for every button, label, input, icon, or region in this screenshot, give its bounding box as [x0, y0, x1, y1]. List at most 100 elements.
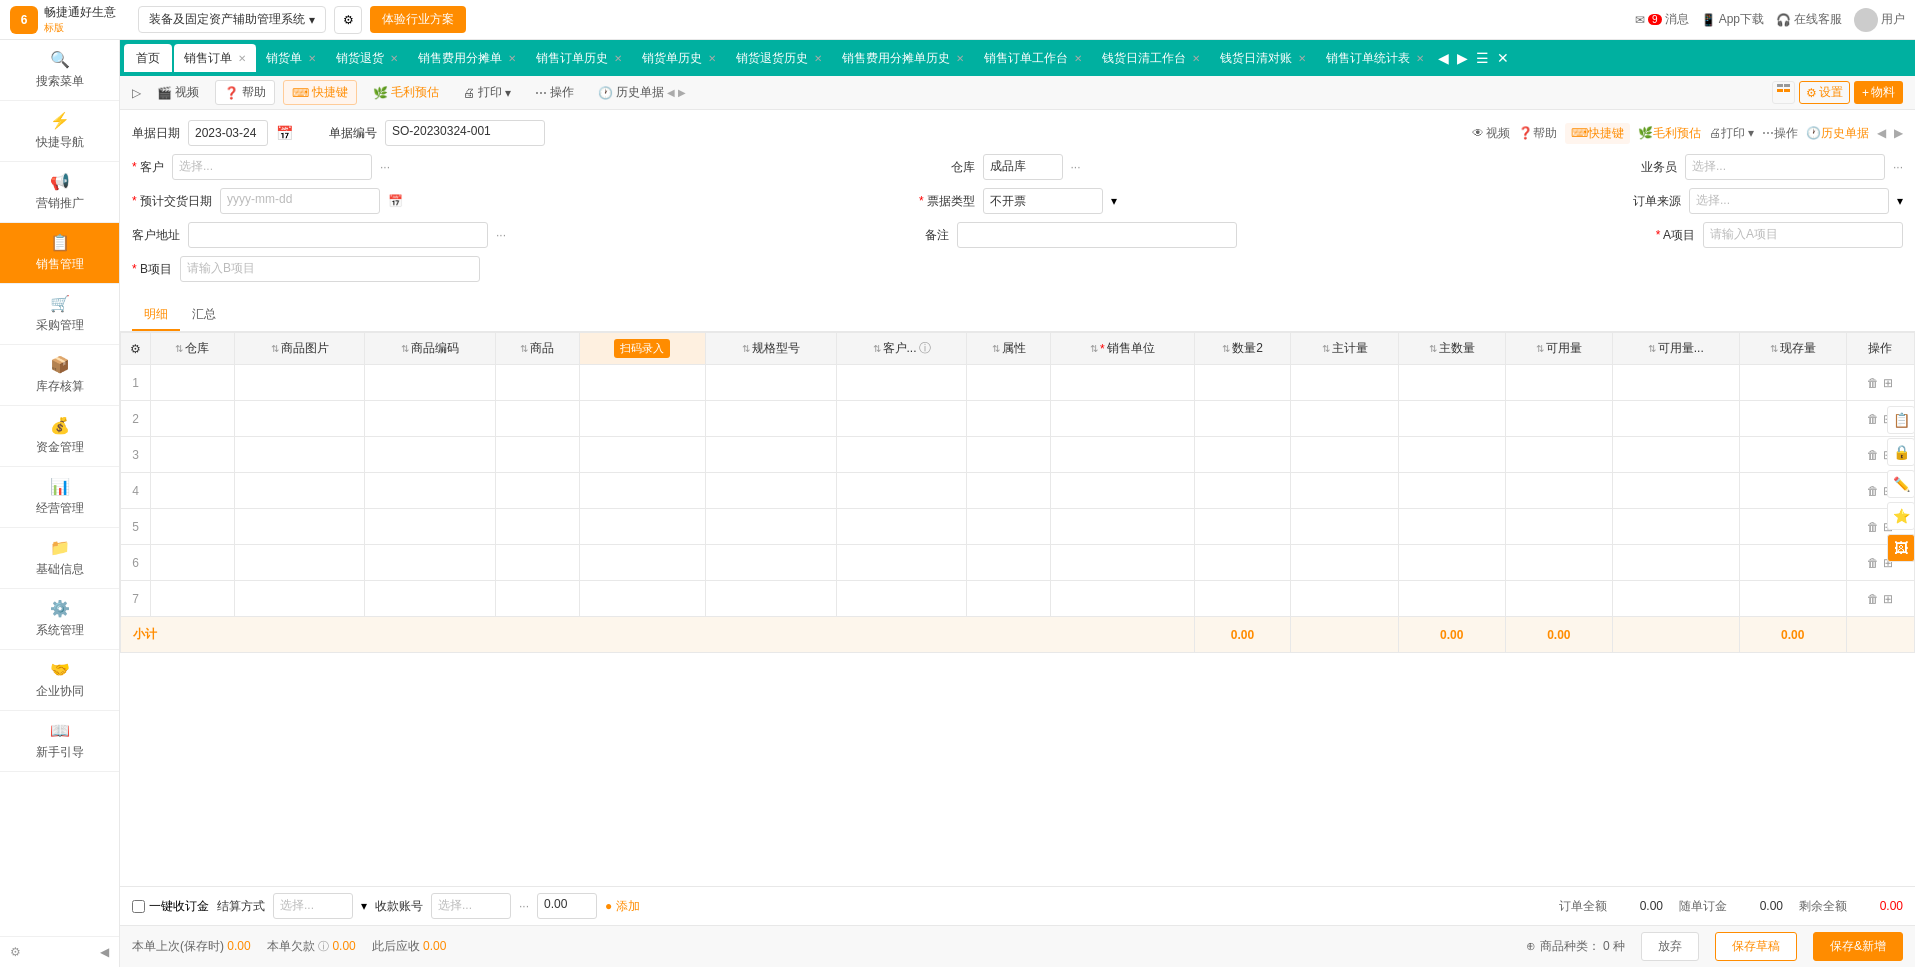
cell-main-qty[interactable]	[1398, 401, 1505, 437]
cell-customer-code[interactable]	[836, 401, 967, 437]
cell-main-qty[interactable]	[1398, 365, 1505, 401]
cell-product-image[interactable]	[234, 581, 365, 617]
cell-attributes[interactable]	[967, 581, 1051, 617]
cell-product-code[interactable]	[365, 545, 496, 581]
cell-available[interactable]	[1505, 473, 1612, 509]
cell-product-image[interactable]	[234, 365, 365, 401]
history-btn[interactable]: 🕐历史单据	[1806, 125, 1869, 142]
cell-warehouse[interactable]	[151, 401, 235, 437]
cell-product-code[interactable]	[365, 581, 496, 617]
cell-spec[interactable]	[706, 365, 837, 401]
cell-product[interactable]	[495, 365, 579, 401]
cell-sales-unit[interactable]	[1051, 509, 1195, 545]
tab-close-icon[interactable]: ✕	[1416, 53, 1424, 64]
toolbar-add-item-btn[interactable]: + 物料	[1854, 81, 1903, 104]
cell-available[interactable]	[1505, 509, 1612, 545]
cell-product[interactable]	[495, 581, 579, 617]
tab-close-icon[interactable]: ✕	[1298, 53, 1306, 64]
shortcuts-btn[interactable]: ⌨快捷键	[1565, 123, 1630, 144]
help-btn[interactable]: ❓帮助	[1518, 125, 1557, 142]
tab-next-btn[interactable]: ▶	[1453, 50, 1472, 66]
cell-product[interactable]	[495, 509, 579, 545]
sidebar-item-inventory[interactable]: 📦 库存核算	[0, 345, 119, 406]
cell-customer-code[interactable]	[836, 545, 967, 581]
payment-method-field[interactable]: 选择...	[273, 893, 353, 919]
scan-btn[interactable]: 扫码录入	[614, 339, 670, 358]
cell-product[interactable]	[495, 545, 579, 581]
debt-info-icon[interactable]: ⓘ	[318, 940, 329, 952]
cell-sales-unit[interactable]	[1051, 437, 1195, 473]
float-icon-5[interactable]: 🖼	[1887, 534, 1915, 562]
detail-tab-summary[interactable]: 汇总	[180, 300, 228, 331]
cell-sales-unit[interactable]	[1051, 365, 1195, 401]
cell-available2[interactable]	[1612, 545, 1739, 581]
user-btn[interactable]: 用户	[1854, 8, 1905, 32]
cell-attributes[interactable]	[967, 437, 1051, 473]
invoice-dropdown-icon[interactable]: ▾	[1111, 194, 1117, 208]
float-icon-3[interactable]: ✏️	[1887, 470, 1915, 498]
add-btn[interactable]: ● 添加	[605, 898, 640, 915]
tab-close-icon[interactable]: ✕	[238, 53, 246, 64]
save-new-btn[interactable]: 保存&新增	[1813, 932, 1903, 961]
toolbar-help[interactable]: ❓ 帮助	[215, 80, 275, 105]
warehouse-field[interactable]: 成品库	[983, 154, 1063, 180]
detail-tab-detail[interactable]: 明细	[132, 300, 180, 331]
cell-main-unit[interactable]	[1291, 401, 1398, 437]
sidebar-item-system[interactable]: ⚙️ 系统管理	[0, 589, 119, 650]
cell-available2[interactable]	[1612, 473, 1739, 509]
cell-spec[interactable]	[706, 437, 837, 473]
cell-product-code[interactable]	[365, 437, 496, 473]
cell-customer-code[interactable]	[836, 509, 967, 545]
cell-spec[interactable]	[706, 473, 837, 509]
cell-product[interactable]	[495, 401, 579, 437]
sidebar-item-quick-nav[interactable]: ⚡ 快捷导航	[0, 101, 119, 162]
cell-spec[interactable]	[706, 509, 837, 545]
tab-sales-order-history[interactable]: 销售订单历史 ✕	[526, 44, 632, 72]
cell-warehouse[interactable]	[151, 509, 235, 545]
sidebar-item-marketing[interactable]: 📢 营销推广	[0, 162, 119, 223]
sidebar-item-search[interactable]: 🔍 搜索菜单	[0, 40, 119, 101]
cell-current-stock[interactable]	[1739, 545, 1846, 581]
order-source-dropdown-icon[interactable]: ▾	[1897, 194, 1903, 208]
amount-input[interactable]: 0.00	[537, 893, 597, 919]
cell-available[interactable]	[1505, 365, 1612, 401]
cell-sales-unit[interactable]	[1051, 401, 1195, 437]
cell-qty2[interactable]	[1194, 473, 1291, 509]
cell-main-qty[interactable]	[1398, 581, 1505, 617]
tab-home[interactable]: 首页	[124, 44, 172, 72]
one-click-input[interactable]	[132, 900, 145, 913]
tab-cash-account[interactable]: 钱货日清对账 ✕	[1210, 44, 1316, 72]
tab-sales-workbench[interactable]: 销售订单工作台 ✕	[974, 44, 1092, 72]
toolbar-settings-btn[interactable]: ⚙ 设置	[1799, 81, 1850, 104]
tab-sales-fee-history[interactable]: 销售费用分摊单历史 ✕	[832, 44, 974, 72]
save-draft-btn[interactable]: 保存草稿	[1715, 932, 1797, 961]
toolbar-profit[interactable]: 🌿 毛利预估	[365, 81, 447, 104]
view-toggle[interactable]	[1772, 81, 1795, 104]
cell-qty2[interactable]	[1194, 545, 1291, 581]
sidebar-settings-icon[interactable]: ⚙	[10, 945, 21, 959]
cell-main-unit[interactable]	[1291, 509, 1398, 545]
cell-available[interactable]	[1505, 545, 1612, 581]
date-field[interactable]: 2023-03-24	[188, 120, 268, 146]
cell-main-qty[interactable]	[1398, 473, 1505, 509]
one-click-checkbox[interactable]: 一键收订金	[132, 898, 209, 915]
sidebar-item-basic-info[interactable]: 📁 基础信息	[0, 528, 119, 589]
float-icon-2[interactable]: 🔒	[1887, 438, 1915, 466]
delete-icon[interactable]: 🗑	[1867, 556, 1879, 570]
a-project-field[interactable]: 请输入A项目	[1703, 222, 1903, 248]
delivery-field[interactable]: yyyy-mm-dd	[220, 188, 380, 214]
sidebar-collapse-icon[interactable]: ◀	[100, 945, 109, 959]
cell-available2[interactable]	[1612, 509, 1739, 545]
cell-attributes[interactable]	[967, 473, 1051, 509]
delete-icon[interactable]: 🗑	[1867, 520, 1879, 534]
cell-product-image[interactable]	[234, 545, 365, 581]
nav-right-icon[interactable]: ▶	[1894, 126, 1903, 140]
tab-close-icon[interactable]: ✕	[508, 53, 516, 64]
app-download-btn[interactable]: 📱 App下载	[1701, 11, 1764, 28]
tab-close-all-btn[interactable]: ✕	[1493, 50, 1513, 66]
delete-icon[interactable]: 🗑	[1867, 484, 1879, 498]
salesperson-field[interactable]: 选择...	[1685, 154, 1885, 180]
product-count-icon[interactable]: ⊕	[1526, 939, 1536, 953]
cell-warehouse[interactable]	[151, 473, 235, 509]
tab-close-icon[interactable]: ✕	[814, 53, 822, 64]
